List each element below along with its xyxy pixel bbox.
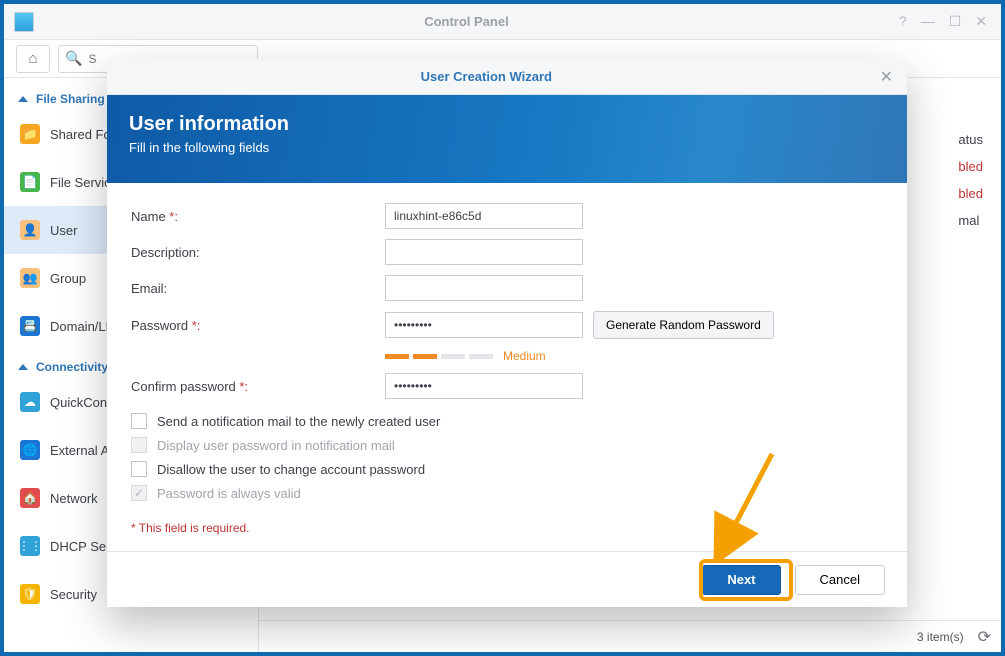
- strength-bar: [469, 354, 493, 359]
- globe-icon: 🌐: [20, 440, 40, 460]
- email-input[interactable]: [385, 275, 583, 301]
- password-strength-meter: Medium: [385, 349, 883, 363]
- checkbox-label: Display user password in notification ma…: [157, 438, 395, 453]
- window-maximize-icon[interactable]: ☐: [949, 13, 962, 30]
- label-name: Name *:: [131, 209, 385, 224]
- file-icon: 📄: [20, 172, 40, 192]
- checkbox-disallow-change[interactable]: Disallow the user to change account pass…: [131, 457, 883, 481]
- window-minimize-icon[interactable]: —: [921, 13, 935, 30]
- table-cell: bled: [958, 174, 983, 201]
- strength-bar: [413, 354, 437, 359]
- item-count: 3 item(s): [917, 630, 964, 644]
- domain-icon: 📇: [20, 316, 40, 336]
- sidebar-item-label: Group: [50, 271, 86, 286]
- sidebar-item-label: User: [50, 223, 77, 238]
- dialog-header: User Creation Wizard ✕: [107, 59, 907, 95]
- dialog-title: User Creation Wizard: [107, 69, 866, 84]
- checkbox-icon: [131, 413, 147, 429]
- cancel-button[interactable]: Cancel: [795, 565, 885, 595]
- checkbox-icon: [131, 461, 147, 477]
- description-input[interactable]: [385, 239, 583, 265]
- checkbox-display-password: Display user password in notification ma…: [131, 433, 883, 457]
- group-icon: 👥: [20, 268, 40, 288]
- reload-icon[interactable]: ⟳: [978, 627, 991, 647]
- checkbox-send-mail[interactable]: Send a notification mail to the newly cr…: [131, 409, 883, 433]
- shield-icon: 🛡: [20, 584, 40, 604]
- hero-subtitle: Fill in the following fields: [129, 140, 885, 155]
- sidebar-item-label: Security: [50, 587, 97, 602]
- network-icon: 🏠: [20, 488, 40, 508]
- checkbox-always-valid: Password is always valid: [131, 481, 883, 505]
- table-cell: bled: [958, 147, 983, 174]
- checkbox-label: Password is always valid: [157, 486, 301, 501]
- table-cell: mal: [958, 201, 983, 228]
- label-description: Description:: [131, 245, 385, 260]
- home-button[interactable]: ⌂: [16, 45, 50, 73]
- checkbox-icon: [131, 437, 147, 453]
- column-header-status: atus: [958, 132, 983, 147]
- window-title: Control Panel: [34, 14, 899, 29]
- sidebar-item-label: Network: [50, 491, 98, 506]
- search-icon: 🔍: [65, 50, 82, 67]
- strength-label: Medium: [503, 349, 546, 363]
- user-icon: 👤: [20, 220, 40, 240]
- cloud-icon: ☁: [20, 392, 40, 412]
- window-titlebar: Control Panel ? — ☐ ✕: [4, 4, 1001, 40]
- window-close-icon[interactable]: ✕: [975, 13, 987, 30]
- status-bar: 3 item(s) ⟳: [259, 620, 1001, 652]
- user-creation-wizard-dialog: User Creation Wizard ✕ User information …: [107, 59, 907, 607]
- dialog-close-icon[interactable]: ✕: [866, 67, 907, 87]
- password-input[interactable]: [385, 312, 583, 338]
- checkbox-label: Send a notification mail to the newly cr…: [157, 414, 440, 429]
- dialog-footer: Next Cancel: [107, 551, 907, 607]
- label-email: Email:: [131, 281, 385, 296]
- strength-bar: [441, 354, 465, 359]
- confirm-password-input[interactable]: [385, 373, 583, 399]
- strength-bar: [385, 354, 409, 359]
- next-button[interactable]: Next: [702, 565, 780, 595]
- checkbox-label: Disallow the user to change account pass…: [157, 462, 425, 477]
- folder-icon: 📁: [20, 124, 40, 144]
- dhcp-icon: ⋮⋮: [20, 536, 40, 556]
- window-help-icon[interactable]: ?: [899, 13, 907, 30]
- name-input[interactable]: [385, 203, 583, 229]
- check-icon: [131, 485, 147, 501]
- dialog-hero: User information Fill in the following f…: [107, 95, 907, 183]
- generate-password-button[interactable]: Generate Random Password: [593, 311, 774, 339]
- hero-title: User information: [129, 113, 885, 136]
- label-confirm-password: Confirm password *:: [131, 379, 385, 394]
- label-password: Password *:: [131, 318, 385, 333]
- table-fragment: atus bled bled mal: [958, 132, 983, 228]
- required-note: * This field is required.: [131, 521, 883, 535]
- app-icon: [14, 12, 34, 32]
